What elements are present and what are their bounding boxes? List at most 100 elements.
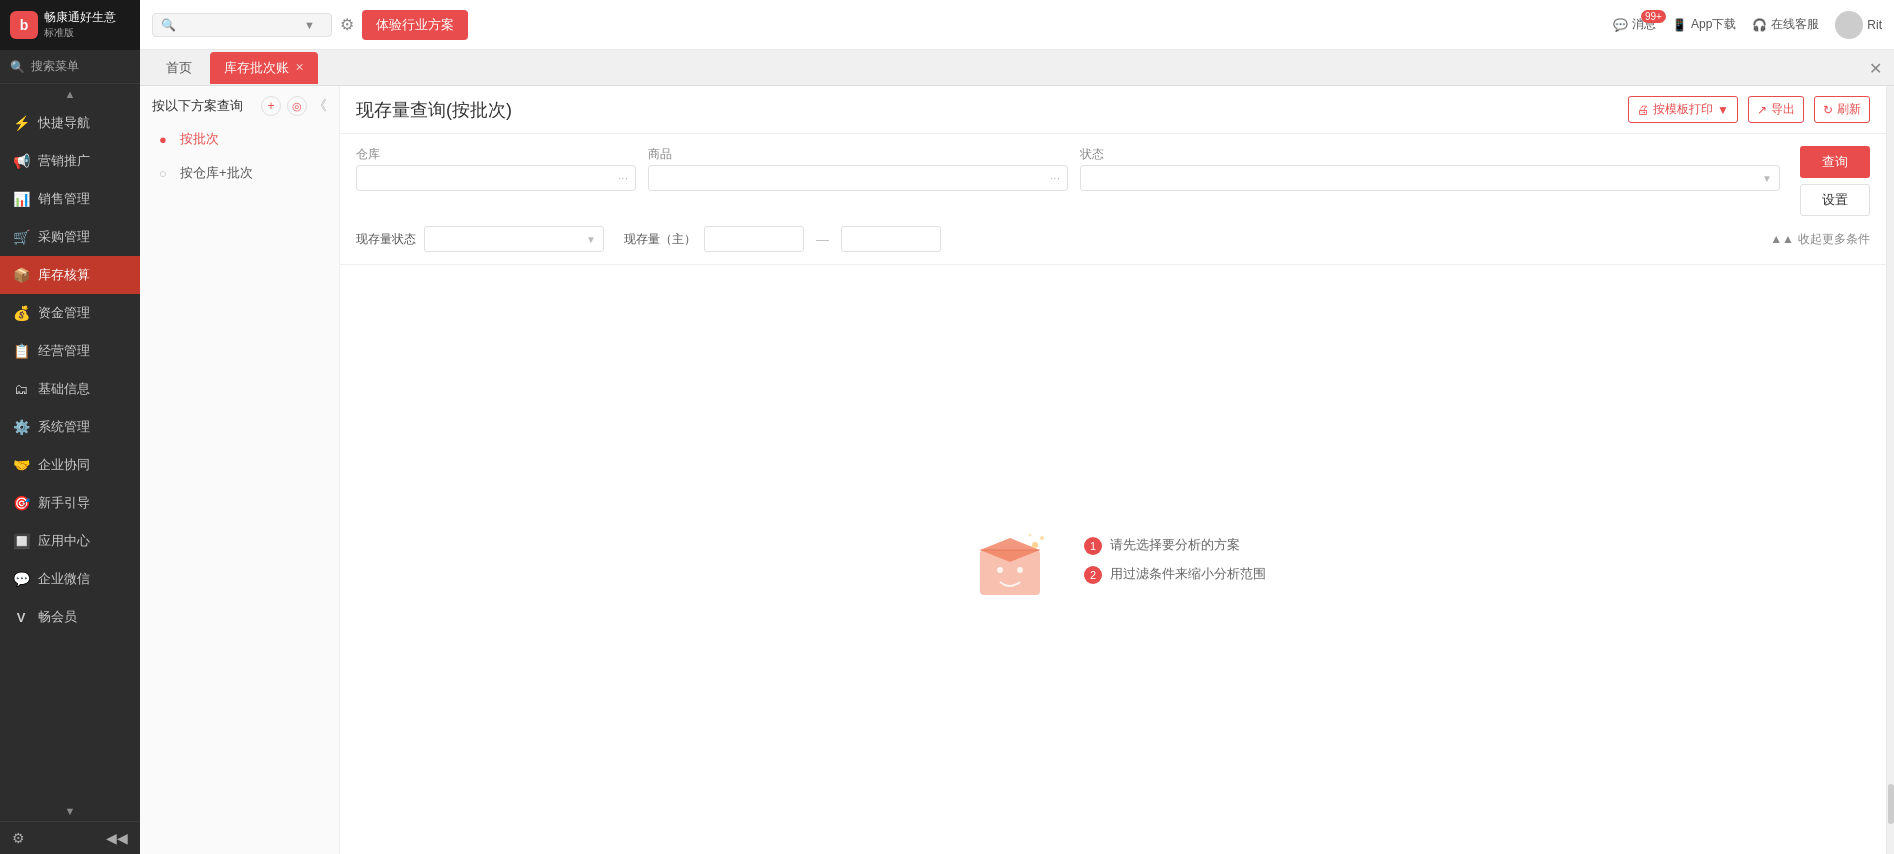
left-panel-header: 按以下方案查询 + ◎ 《 (140, 86, 339, 122)
goods-label: 商品 (648, 146, 1068, 163)
tab-batch-account[interactable]: 库存批次账 ✕ (210, 52, 318, 84)
sidebar-item-purchase[interactable]: 🛒 采购管理 (0, 218, 140, 256)
app-download-button[interactable]: 📱 App下载 (1672, 16, 1736, 33)
sidebar-item-member[interactable]: V 畅会员 (0, 598, 140, 636)
search-dropdown-icon[interactable]: ▼ (304, 19, 315, 31)
stock-qty-from-input[interactable] (704, 226, 804, 252)
page-header-actions: 🖨 按模板打印 ▼ ↗ 导出 ↻ 刷新 (1628, 96, 1870, 123)
sidebar-search[interactable]: 🔍 搜索菜单 (0, 50, 140, 84)
tab-panel-close-icon[interactable]: ✕ (1869, 58, 1882, 77)
refresh-button[interactable]: ↻ 刷新 (1814, 96, 1870, 123)
svg-point-3 (997, 567, 1003, 573)
sidebar-item-label: 企业协同 (38, 456, 90, 474)
stock-status-select[interactable] (424, 226, 604, 252)
collapse-filter-button[interactable]: ▲▲ 收起更多条件 (1770, 231, 1870, 248)
messages-badge: 99+ (1641, 10, 1666, 23)
sidebar-scroll-up[interactable]: ▲ (65, 88, 76, 100)
avatar (1835, 11, 1863, 39)
sidebar-item-label: 新手引导 (38, 494, 90, 512)
filter-area: 仓库 ··· 商品 ··· (340, 134, 1886, 265)
warehouse-input[interactable] (356, 165, 636, 191)
add-scheme-button[interactable]: + (261, 96, 281, 116)
page-title: 现存量查询(按批次) (356, 98, 512, 122)
try-industry-button[interactable]: 体验行业方案 (362, 10, 468, 40)
phone-icon: 📱 (1672, 18, 1687, 32)
collapse-filter-label: 收起更多条件 (1798, 231, 1870, 248)
tab-close-icon[interactable]: ✕ (295, 61, 304, 74)
gear-button[interactable]: ⚙ (340, 15, 354, 34)
warehouse-dots-icon[interactable]: ··· (618, 171, 628, 185)
export-label: 导出 (1771, 101, 1795, 118)
empty-illustration (960, 510, 1060, 610)
online-service-button[interactable]: 🎧 在线客服 (1752, 16, 1819, 33)
messages-button[interactable]: 💬 消息 99+ (1613, 16, 1656, 33)
sidebar-item-newbie[interactable]: 🎯 新手引导 (0, 484, 140, 522)
status-filter: 状态 ▼ (1080, 146, 1780, 191)
warehouse-filter: 仓库 ··· (356, 146, 636, 191)
sidebar-item-label: 库存核算 (38, 266, 90, 284)
stock-qty-to-input[interactable] (841, 226, 941, 252)
sidebar-scroll-down[interactable]: ▼ (65, 805, 76, 817)
left-panel-collapse-icon[interactable]: 《 (313, 97, 327, 115)
search-box: 🔍 ▼ (152, 13, 332, 37)
svg-point-7 (1029, 533, 1032, 536)
goods-input[interactable] (648, 165, 1068, 191)
scheme-by-batch[interactable]: ● 按批次 (140, 122, 339, 156)
tab-home[interactable]: 首页 (152, 52, 206, 84)
status-select[interactable] (1080, 165, 1780, 191)
sidebar-item-operations[interactable]: 📋 经营管理 (0, 332, 140, 370)
sidebar-item-enterprise[interactable]: 🤝 企业协同 (0, 446, 140, 484)
step-2-text: 用过滤条件来缩小分析范围 (1110, 565, 1266, 583)
sidebar-item-system[interactable]: ⚙️ 系统管理 (0, 408, 140, 446)
sidebar-item-finance[interactable]: 💰 资金管理 (0, 294, 140, 332)
refresh-icon: ↻ (1823, 103, 1833, 117)
print-label: 按模板打印 (1653, 101, 1713, 118)
warehouse-input-wrap: ··· (356, 165, 636, 191)
svg-point-4 (1017, 567, 1023, 573)
scheme-active-icon: ● (154, 130, 172, 148)
settings-icon[interactable]: ⚙ (12, 830, 25, 846)
box-svg-icon (960, 510, 1060, 610)
query-button[interactable]: 查询 (1800, 146, 1870, 178)
sidebar-item-apps[interactable]: 🔲 应用中心 (0, 522, 140, 560)
search-icon: 🔍 (161, 18, 176, 32)
scheme-settings-icon[interactable]: ◎ (287, 96, 307, 116)
step-1-text: 请先选择要分析的方案 (1110, 536, 1240, 554)
scheme-inactive-icon: ○ (154, 164, 172, 182)
apps-icon: 🔲 (12, 532, 30, 550)
collapse-chevron-icon: ▲▲ (1770, 232, 1794, 246)
print-button[interactable]: 🖨 按模板打印 ▼ (1628, 96, 1738, 123)
search-input[interactable] (180, 18, 300, 32)
user-profile-button[interactable]: Rit (1835, 11, 1882, 39)
newbie-icon: 🎯 (12, 494, 30, 512)
right-scrollbar[interactable] (1886, 86, 1894, 854)
sidebar-item-quick-nav[interactable]: ⚡ 快捷导航 (0, 104, 140, 142)
scrollbar-thumb[interactable] (1888, 784, 1894, 824)
scheme-by-batch-label: 按批次 (180, 130, 219, 148)
export-button[interactable]: ↗ 导出 (1748, 96, 1804, 123)
settings-button[interactable]: 设置 (1800, 184, 1870, 216)
print-dropdown-icon[interactable]: ▼ (1717, 103, 1729, 117)
status-label: 状态 (1080, 146, 1780, 163)
sidebar-header: b 畅康通好生意 标准版 (0, 0, 140, 50)
app-logo: b (10, 11, 38, 39)
goods-dots-icon[interactable]: ··· (1050, 171, 1060, 185)
sidebar-item-basic[interactable]: 🗂 基础信息 (0, 370, 140, 408)
sidebar-item-wechat[interactable]: 💬 企业微信 (0, 560, 140, 598)
stock-status-label: 现存量状态 (356, 231, 416, 248)
sidebar-item-sales[interactable]: 📊 销售管理 (0, 180, 140, 218)
sidebar-item-label: 快捷导航 (38, 114, 90, 132)
sidebar-item-inventory[interactable]: 📦 库存核算 (0, 256, 140, 294)
sidebar-item-label: 经营管理 (38, 342, 90, 360)
warehouse-label: 仓库 (356, 146, 636, 163)
empty-text-block: 1 请先选择要分析的方案 2 用过滤条件来缩小分析范围 (1084, 536, 1266, 584)
collapse-icon[interactable]: ◀◀ (106, 830, 128, 846)
step-1-number: 1 (1084, 537, 1102, 555)
sales-icon: 📊 (12, 190, 30, 208)
sidebar-item-label: 采购管理 (38, 228, 90, 246)
member-icon: V (12, 608, 30, 626)
headset-icon: 🎧 (1752, 18, 1767, 32)
sidebar-item-marketing[interactable]: 📢 营销推广 (0, 142, 140, 180)
scheme-by-warehouse-batch[interactable]: ○ 按仓库+批次 (140, 156, 339, 190)
empty-state: 1 请先选择要分析的方案 2 用过滤条件来缩小分析范围 (340, 265, 1886, 854)
